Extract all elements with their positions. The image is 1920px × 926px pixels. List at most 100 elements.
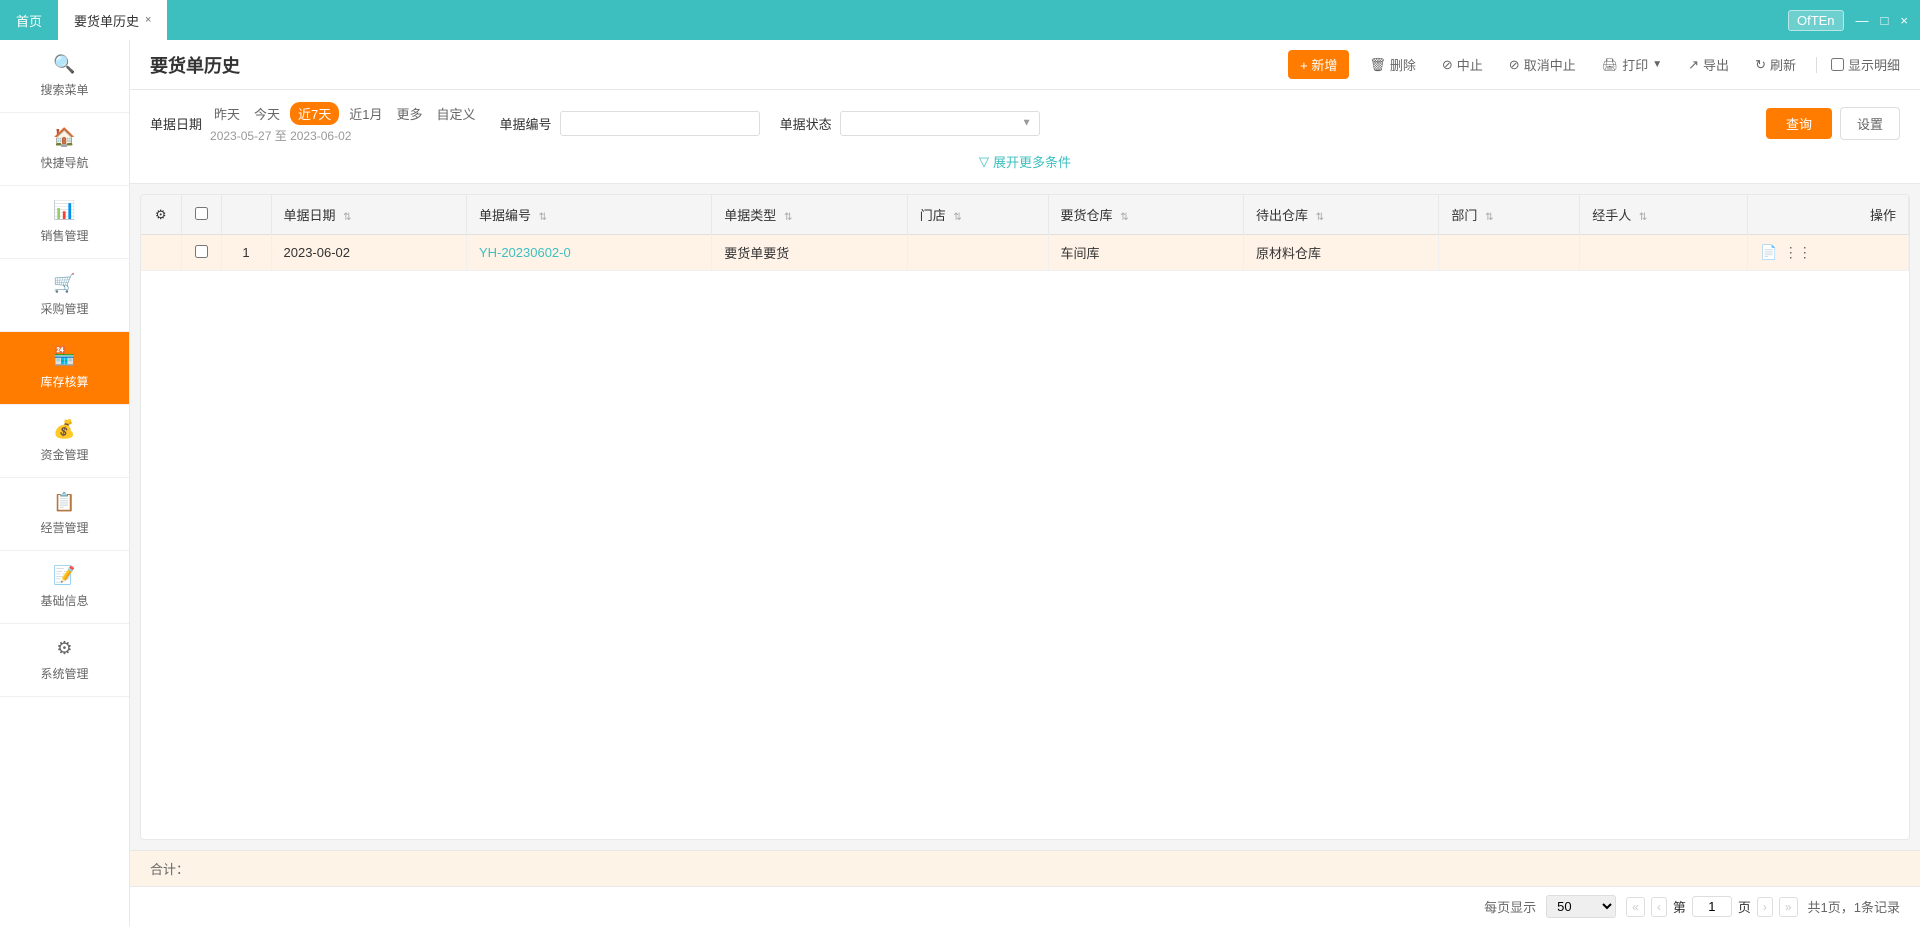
col-dept[interactable]: 部门 ⇅	[1439, 195, 1580, 235]
row-view-action[interactable]: 📄	[1760, 244, 1777, 261]
display-detail-label: 显示明细	[1848, 55, 1900, 74]
first-page-btn[interactable]: «	[1626, 897, 1645, 917]
filter-date-label: 单据日期	[150, 114, 202, 133]
col-store[interactable]: 门店 ⇅	[907, 195, 1048, 235]
sidebar-item-search-menu[interactable]: 🔍 搜索菜单	[0, 40, 129, 113]
page-header: 要货单历史 + 新增 🗑 删除 ⊘ 中止 ⊘ 取消中止 🖨 打印	[130, 40, 1920, 90]
filter-docno-label: 单据编号	[500, 114, 552, 133]
col-pending-warehouse[interactable]: 待出仓库 ⇅	[1243, 195, 1438, 235]
row-pending-warehouse-cell: 原材料仓库	[1243, 235, 1438, 271]
tab-requisition-history-close[interactable]: ×	[145, 14, 151, 26]
sales-mgmt-icon: 📊	[53, 200, 75, 221]
row-settings-cell	[141, 235, 181, 271]
sidebar-item-system-mgmt[interactable]: ⚙ 系统管理	[0, 624, 129, 697]
settings-button[interactable]: 设置	[1840, 107, 1900, 140]
maximize-button[interactable]: □	[1881, 13, 1889, 28]
sidebar-item-basic-info-label: 基础信息	[40, 592, 88, 609]
sidebar-item-operations-mgmt-label: 经营管理	[40, 519, 88, 536]
sidebar-item-finance-mgmt[interactable]: 💰 资金管理	[0, 405, 129, 478]
minimize-button[interactable]: —	[1856, 13, 1869, 28]
refresh-label: 刷新	[1770, 55, 1796, 74]
col-doc-type[interactable]: 单据类型 ⇅	[712, 195, 907, 235]
table-footer: 合计：	[130, 850, 1920, 886]
date-option-1month[interactable]: 近1月	[345, 102, 386, 125]
sort-doc-type-icon: ⇅	[784, 212, 792, 223]
filter-status-group: 单据状态	[780, 111, 1040, 136]
operations-mgmt-icon: 📋	[53, 492, 75, 513]
sidebar-item-basic-info[interactable]: 📝 基础信息	[0, 551, 129, 624]
col-doc-date[interactable]: 单据日期 ⇅	[271, 195, 466, 235]
export-button[interactable]: ↗ 导出	[1682, 51, 1735, 78]
page-info: 共1页，1条记录	[1808, 897, 1900, 916]
sidebar: 🔍 搜索菜单 🏠 快捷导航 📊 销售管理 🛒 采购管理 🏪 库存核算 💰 资金管…	[0, 40, 130, 926]
refresh-button[interactable]: ↻ 刷新	[1749, 51, 1802, 78]
query-button[interactable]: 查询	[1766, 108, 1832, 139]
row-more-action[interactable]: ⋮⋮	[1784, 244, 1812, 261]
date-option-today[interactable]: 今天	[250, 102, 284, 125]
select-all-checkbox[interactable]	[195, 207, 208, 220]
row-cb-cell	[181, 235, 221, 271]
expand-more-btn[interactable]: ▽ 展开更多条件	[150, 152, 1900, 171]
prev-page-btn[interactable]: ‹	[1651, 897, 1667, 917]
row-checkbox[interactable]	[195, 245, 208, 258]
page-nav: « ‹ 第 页 › »	[1626, 896, 1797, 917]
filter-date-options: 昨天 今天 近7天 近1月 更多 自定义 2023-05-27 至 2023-0…	[210, 102, 480, 144]
top-bar: 首页 要货单历史 × OfTEn — □ ×	[0, 0, 1920, 40]
print-icon: 🖨	[1602, 57, 1619, 73]
sort-doc-no-icon: ⇅	[539, 212, 547, 223]
display-detail-checkbox[interactable]	[1831, 58, 1844, 71]
filter-docno-input[interactable]	[560, 111, 760, 136]
sidebar-item-inventory[interactable]: 🏪 库存核算	[0, 332, 129, 405]
refresh-icon: ↻	[1755, 57, 1766, 73]
new-button[interactable]: + 新增	[1288, 50, 1349, 79]
per-page-label: 每页显示	[1484, 897, 1536, 916]
sidebar-item-purchase-mgmt[interactable]: 🛒 采购管理	[0, 259, 129, 332]
sidebar-item-sales-mgmt[interactable]: 📊 销售管理	[0, 186, 129, 259]
col-req-warehouse[interactable]: 要货仓库 ⇅	[1048, 195, 1243, 235]
often-button[interactable]: OfTEn	[1788, 10, 1844, 31]
per-page-select[interactable]: 10 20 50 100	[1546, 895, 1616, 918]
page-prefix: 第	[1673, 897, 1686, 916]
row-doc-no-link[interactable]: YH-20230602-0	[479, 245, 571, 260]
sidebar-item-quick-nav[interactable]: 🏠 快捷导航	[0, 113, 129, 186]
display-detail-toggle[interactable]: 显示明细	[1831, 55, 1900, 74]
row-seq-cell: 1	[221, 235, 271, 271]
suspend-button[interactable]: ⊘ 中止	[1436, 51, 1489, 78]
export-icon: ↗	[1688, 57, 1699, 73]
footer-total-label: 合计：	[150, 859, 189, 878]
col-settings[interactable]: ⚙	[141, 195, 181, 235]
finance-mgmt-icon: 💰	[53, 419, 75, 440]
sidebar-item-quick-nav-label: 快捷导航	[40, 154, 88, 171]
table-row: 1 2023-06-02 YH-20230602-0 要货单要货 车间库 原材料…	[141, 235, 1909, 271]
filter-status-select[interactable]	[840, 111, 1040, 136]
tab-home-label: 首页	[16, 11, 42, 30]
date-option-yesterday[interactable]: 昨天	[210, 102, 244, 125]
data-table: ⚙ 单据日期 ⇅ 单据编号 ⇅	[141, 195, 1909, 271]
page-suffix: 页	[1738, 897, 1751, 916]
delete-button[interactable]: 🗑 删除	[1363, 51, 1422, 78]
date-option-7days[interactable]: 近7天	[290, 102, 339, 125]
page-input[interactable]	[1692, 896, 1732, 917]
tab-requisition-history[interactable]: 要货单历史 ×	[58, 0, 167, 40]
date-option-more[interactable]: 更多	[393, 102, 427, 125]
row-dept-cell	[1439, 235, 1580, 271]
col-handler[interactable]: 经手人 ⇅	[1580, 195, 1748, 235]
col-doc-no[interactable]: 单据编号 ⇅	[466, 195, 711, 235]
sidebar-item-operations-mgmt[interactable]: 📋 经营管理	[0, 478, 129, 551]
content-area: 要货单历史 + 新增 🗑 删除 ⊘ 中止 ⊘ 取消中止 🖨 打印	[130, 40, 1920, 926]
next-page-btn[interactable]: ›	[1757, 897, 1773, 917]
row-doc-date-cell: 2023-06-02	[271, 235, 466, 271]
sort-doc-date-icon: ⇅	[343, 212, 351, 223]
pagination-bar: 每页显示 10 20 50 100 « ‹ 第 页 › » 共1页，1条记录	[130, 886, 1920, 926]
date-option-custom[interactable]: 自定义	[433, 102, 480, 125]
sidebar-item-finance-mgmt-label: 资金管理	[40, 446, 88, 463]
cancel-suspend-button[interactable]: ⊘ 取消中止	[1503, 51, 1582, 78]
last-page-btn[interactable]: »	[1779, 897, 1798, 917]
close-button[interactable]: ×	[1900, 13, 1908, 28]
expand-more-icon: ▽	[979, 154, 989, 170]
date-options-row: 昨天 今天 近7天 近1月 更多 自定义	[210, 102, 480, 125]
tab-home[interactable]: 首页	[0, 0, 58, 40]
row-doc-no-cell: YH-20230602-0	[466, 235, 711, 271]
print-button[interactable]: 🖨 打印 ▼	[1596, 51, 1668, 78]
basic-info-icon: 📝	[53, 565, 75, 586]
